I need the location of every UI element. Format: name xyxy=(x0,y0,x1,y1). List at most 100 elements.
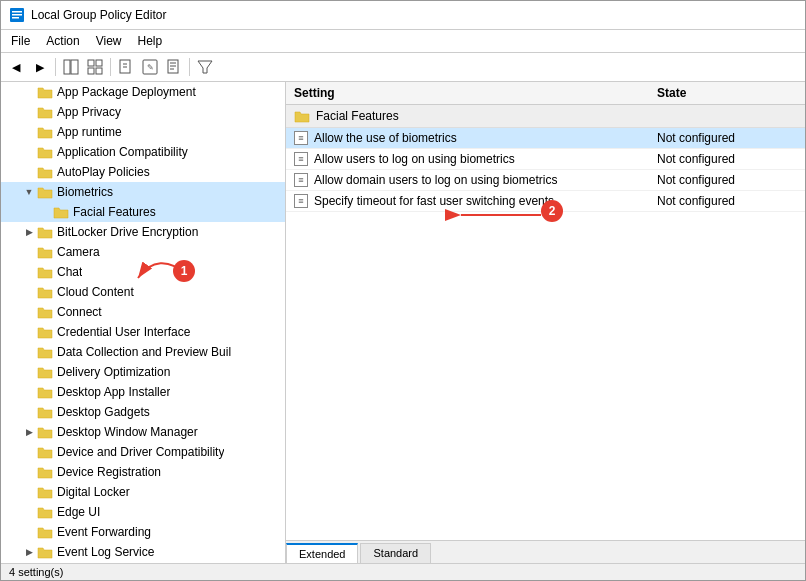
back-button[interactable]: ◀ xyxy=(5,56,27,78)
tree-item-event-log-service[interactable]: ▶ Event Log Service xyxy=(1,542,285,562)
folder-icon-chat xyxy=(37,265,53,279)
tree-label-chat: Chat xyxy=(57,265,82,279)
tree-item-facial-features[interactable]: Facial Features xyxy=(1,202,285,222)
tree-item-desktop-gadgets[interactable]: Desktop Gadgets xyxy=(1,402,285,422)
expander-desktop-gadgets xyxy=(21,404,37,420)
tree-item-app-runtime[interactable]: App runtime xyxy=(1,122,285,142)
expander-bitlocker[interactable]: ▶ xyxy=(21,224,37,240)
main-window: Local Group Policy Editor File Action Vi… xyxy=(0,0,806,581)
tree-label-device-driver: Device and Driver Compatibility xyxy=(57,445,224,459)
status-bar: 4 setting(s) xyxy=(1,563,805,580)
column-headers: Setting State xyxy=(286,82,805,105)
folder-icon-camera xyxy=(37,245,53,259)
main-area: App Package Deployment App Privacy App r… xyxy=(1,82,805,563)
tree-label-app-compat: Application Compatibility xyxy=(57,145,188,159)
new-policy-button[interactable] xyxy=(115,56,137,78)
folder-icon-app-privacy xyxy=(37,105,53,119)
folder-icon-connect xyxy=(37,305,53,319)
tree-label-event-log-service: Event Log Service xyxy=(57,545,154,559)
expander-desktop-window-manager[interactable]: ▶ xyxy=(21,424,37,440)
setting-state-logon-biometrics: Not configured xyxy=(657,152,797,166)
tree-item-bitlocker[interactable]: ▶ BitLocker Drive Encryption xyxy=(1,222,285,242)
tab-standard[interactable]: Standard xyxy=(360,543,431,563)
tree-label-event-forwarding: Event Forwarding xyxy=(57,525,151,539)
export-button[interactable] xyxy=(163,56,185,78)
svg-rect-9 xyxy=(96,68,102,74)
title-bar: Local Group Policy Editor xyxy=(1,1,805,30)
folder-icon-digital-locker xyxy=(37,485,53,499)
expander-device-driver xyxy=(21,444,37,460)
filter-button[interactable] xyxy=(194,56,216,78)
app-icon xyxy=(9,7,25,23)
menu-file[interactable]: File xyxy=(5,32,36,50)
tree-item-device-registration[interactable]: Device Registration xyxy=(1,462,285,482)
tree-item-event-forwarding[interactable]: Event Forwarding xyxy=(1,522,285,542)
tree-item-cloud-content[interactable]: Cloud Content xyxy=(1,282,285,302)
tree-item-app-package[interactable]: App Package Deployment xyxy=(1,82,285,102)
expander-edge-ui xyxy=(21,504,37,520)
right-panel: Setting State Facial Features ≡ Allow th… xyxy=(286,82,805,563)
expander-event-log-service[interactable]: ▶ xyxy=(21,544,37,560)
expander-biometrics[interactable]: ▼ xyxy=(21,184,37,200)
tree-label-autoplay: AutoPlay Policies xyxy=(57,165,150,179)
svg-rect-1 xyxy=(12,11,22,13)
tree-label-desktop-window-manager: Desktop Window Manager xyxy=(57,425,198,439)
tree-item-credential-ui[interactable]: Credential User Interface xyxy=(1,322,285,342)
tree-label-credential-ui: Credential User Interface xyxy=(57,325,190,339)
folder-icon-desktop-window-manager xyxy=(37,425,53,439)
svg-rect-4 xyxy=(64,60,70,74)
tree-item-camera[interactable]: Camera xyxy=(1,242,285,262)
forward-button[interactable]: ▶ xyxy=(29,56,51,78)
tree-item-device-driver[interactable]: Device and Driver Compatibility xyxy=(1,442,285,462)
setting-row-timeout-switching[interactable]: ≡ Specify timeout for fast user switchin… xyxy=(286,191,805,212)
folder-icon-app-runtime xyxy=(37,125,53,139)
tree-label-bitlocker: BitLocker Drive Encryption xyxy=(57,225,198,239)
tree-item-event-logging[interactable]: Event Logging xyxy=(1,562,285,563)
menu-help[interactable]: Help xyxy=(132,32,169,50)
tree-item-biometrics[interactable]: ▼ Biometrics xyxy=(1,182,285,202)
tab-extended[interactable]: Extended xyxy=(286,543,358,563)
menu-view[interactable]: View xyxy=(90,32,128,50)
setting-row-allow-biometrics[interactable]: ≡ Allow the use of biometrics Not config… xyxy=(286,128,805,149)
folder-icon-event-forwarding xyxy=(37,525,53,539)
svg-text:✎: ✎ xyxy=(147,63,154,72)
toolbar-sep-3 xyxy=(189,58,190,76)
tree-item-autoplay[interactable]: AutoPlay Policies xyxy=(1,162,285,182)
folder-icon-event-log-service xyxy=(37,545,53,559)
tree-label-camera: Camera xyxy=(57,245,100,259)
tree-item-digital-locker[interactable]: Digital Locker xyxy=(1,482,285,502)
setting-row-logon-biometrics[interactable]: ≡ Allow users to log on using biometrics… xyxy=(286,149,805,170)
show-hide-button[interactable] xyxy=(60,56,82,78)
tree-item-app-compat[interactable]: Application Compatibility xyxy=(1,142,285,162)
tree-label-cloud-content: Cloud Content xyxy=(57,285,134,299)
folder-icon-autoplay xyxy=(37,165,53,179)
col-setting-header: Setting xyxy=(294,86,657,100)
tree-item-chat[interactable]: Chat xyxy=(1,262,285,282)
window-title: Local Group Policy Editor xyxy=(31,8,166,22)
tree-item-desktop-app-installer[interactable]: Desktop App Installer xyxy=(1,382,285,402)
toolbar: ◀ ▶ ✎ xyxy=(1,53,805,82)
folder-icon-delivery-opt xyxy=(37,365,53,379)
expander-data-collection xyxy=(21,344,37,360)
tree-item-edge-ui[interactable]: Edge UI xyxy=(1,502,285,522)
tree-label-app-privacy: App Privacy xyxy=(57,105,121,119)
setting-name-allow-biometrics: Allow the use of biometrics xyxy=(314,131,657,145)
view-button[interactable] xyxy=(84,56,106,78)
setting-state-timeout-switching: Not configured xyxy=(657,194,797,208)
properties-button[interactable]: ✎ xyxy=(139,56,161,78)
setting-name-domain-biometrics: Allow domain users to log on using biome… xyxy=(314,173,657,187)
tree-label-digital-locker: Digital Locker xyxy=(57,485,130,499)
tree-item-app-privacy[interactable]: App Privacy xyxy=(1,102,285,122)
folder-icon-edge-ui xyxy=(37,505,53,519)
tree-item-desktop-window-manager[interactable]: ▶ Desktop Window Manager xyxy=(1,422,285,442)
expander-app-package xyxy=(21,84,37,100)
menu-bar: File Action View Help xyxy=(1,30,805,53)
folder-icon-app-compat xyxy=(37,145,53,159)
toolbar-sep-2 xyxy=(110,58,111,76)
tree-label-data-collection: Data Collection and Preview Buil xyxy=(57,345,231,359)
menu-action[interactable]: Action xyxy=(40,32,85,50)
tree-item-data-collection[interactable]: Data Collection and Preview Buil xyxy=(1,342,285,362)
tree-item-connect[interactable]: Connect xyxy=(1,302,285,322)
setting-row-domain-biometrics[interactable]: ≡ Allow domain users to log on using bio… xyxy=(286,170,805,191)
tree-item-delivery-opt[interactable]: Delivery Optimization xyxy=(1,362,285,382)
